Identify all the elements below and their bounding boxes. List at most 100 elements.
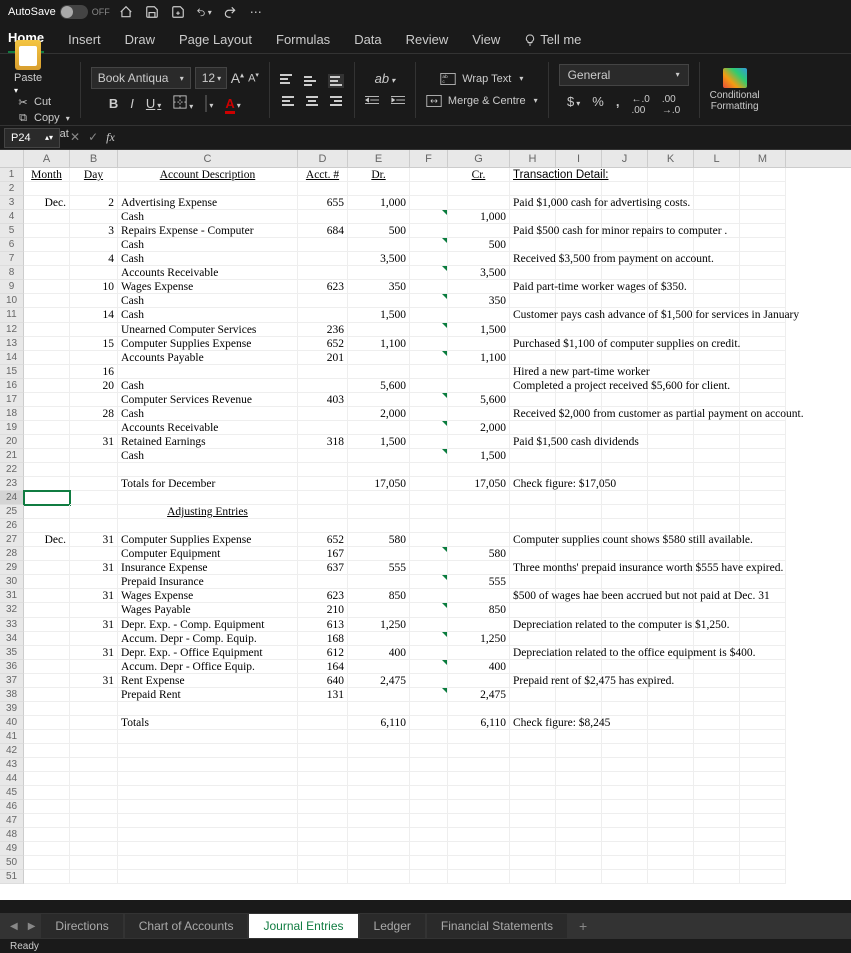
cell[interactable] — [556, 632, 602, 646]
cell[interactable]: 31 — [70, 561, 118, 575]
cell[interactable]: 580 — [348, 533, 410, 547]
cell[interactable]: 1,500 — [448, 449, 510, 463]
cell[interactable] — [410, 870, 448, 884]
cell[interactable]: 31 — [70, 674, 118, 688]
cell[interactable] — [70, 758, 118, 772]
row-header[interactable]: 43 — [0, 758, 24, 772]
cell[interactable] — [694, 772, 740, 786]
cell[interactable] — [740, 800, 786, 814]
cell[interactable] — [694, 688, 740, 702]
cell[interactable]: 201 — [298, 351, 348, 365]
cell[interactable]: Computer Services Revenue — [118, 393, 298, 407]
cell[interactable] — [510, 575, 556, 589]
cell[interactable] — [556, 421, 602, 435]
cell[interactable]: 850 — [448, 603, 510, 617]
increase-decimal-button[interactable]: ←.0.00 — [631, 94, 649, 116]
cell[interactable] — [118, 800, 298, 814]
wrap-text-button[interactable]: abc Wrap Text▾ — [440, 72, 523, 86]
table-row[interactable]: 2 — [0, 182, 851, 196]
cell[interactable] — [24, 238, 70, 252]
col-header-J[interactable]: J — [602, 150, 648, 167]
cell[interactable] — [556, 828, 602, 842]
cell[interactable] — [348, 266, 410, 280]
cell[interactable] — [556, 758, 602, 772]
cell[interactable] — [24, 379, 70, 393]
cell[interactable] — [410, 182, 448, 196]
row-header[interactable]: 20 — [0, 435, 24, 449]
cell[interactable] — [410, 308, 448, 322]
cell[interactable]: 652 — [298, 337, 348, 351]
col-header-D[interactable]: D — [298, 150, 348, 167]
save-icon[interactable] — [144, 4, 160, 20]
cell[interactable]: Month — [24, 168, 70, 182]
table-row[interactable]: 19Accounts Receivable2,000 — [0, 421, 851, 435]
table-row[interactable]: 17Computer Services Revenue4035,600 — [0, 393, 851, 407]
cell[interactable] — [298, 421, 348, 435]
cell[interactable]: 318 — [298, 435, 348, 449]
cell[interactable]: 612 — [298, 646, 348, 660]
cell[interactable] — [410, 280, 448, 294]
row-header[interactable]: 15 — [0, 365, 24, 379]
cell[interactable] — [740, 280, 786, 294]
table-row[interactable]: 6Cash500 — [0, 238, 851, 252]
cell[interactable] — [410, 196, 448, 210]
cell[interactable] — [448, 674, 510, 688]
cell[interactable] — [298, 744, 348, 758]
table-row[interactable]: 53Repairs Expense - Computer684500Paid $… — [0, 224, 851, 238]
cell[interactable] — [70, 660, 118, 674]
cell[interactable] — [118, 365, 298, 379]
cell[interactable] — [24, 294, 70, 308]
cell[interactable] — [694, 842, 740, 856]
cell[interactable] — [510, 238, 556, 252]
cell[interactable] — [298, 828, 348, 842]
cell[interactable] — [740, 828, 786, 842]
cell[interactable]: $500 of wages hae been accrued but not p… — [510, 589, 556, 603]
cell[interactable] — [602, 575, 648, 589]
cell[interactable]: 16 — [70, 365, 118, 379]
cell[interactable] — [556, 800, 602, 814]
home-icon[interactable] — [118, 4, 134, 20]
cell[interactable] — [298, 266, 348, 280]
cell[interactable] — [602, 182, 648, 196]
cell[interactable]: Totals for December — [118, 477, 298, 491]
table-row[interactable]: 26 — [0, 519, 851, 533]
row-header[interactable]: 35 — [0, 646, 24, 660]
col-header-G[interactable]: G — [448, 150, 510, 167]
cell[interactable]: 6,110 — [348, 716, 410, 730]
cell[interactable] — [70, 603, 118, 617]
cell[interactable] — [602, 393, 648, 407]
cell[interactable] — [348, 814, 410, 828]
cell[interactable] — [510, 463, 556, 477]
cell[interactable] — [740, 702, 786, 716]
cell[interactable] — [648, 702, 694, 716]
cell[interactable] — [556, 814, 602, 828]
cell[interactable] — [24, 870, 70, 884]
cell[interactable] — [410, 856, 448, 870]
cell[interactable] — [740, 842, 786, 856]
cell[interactable] — [740, 393, 786, 407]
cell[interactable] — [348, 786, 410, 800]
cell[interactable] — [602, 294, 648, 308]
row-header[interactable]: 18 — [0, 407, 24, 421]
cell[interactable]: Wages Expense — [118, 280, 298, 294]
cell[interactable] — [348, 238, 410, 252]
cell[interactable] — [510, 772, 556, 786]
cell[interactable] — [510, 449, 556, 463]
border-button[interactable]: ▾ — [173, 95, 193, 112]
table-row[interactable]: 38Prepaid Rent1312,475 — [0, 688, 851, 702]
cell[interactable] — [348, 842, 410, 856]
cell[interactable]: Hired a new part-time worker — [510, 365, 556, 379]
cell[interactable] — [348, 210, 410, 224]
row-header[interactable]: 2 — [0, 182, 24, 196]
cell[interactable] — [24, 505, 70, 519]
col-header-M[interactable]: M — [740, 150, 786, 167]
cell[interactable] — [556, 730, 602, 744]
cell[interactable] — [448, 758, 510, 772]
row-header[interactable]: 49 — [0, 842, 24, 856]
col-header-L[interactable]: L — [694, 150, 740, 167]
table-row[interactable]: 45 — [0, 786, 851, 800]
cell[interactable]: 1,000 — [348, 196, 410, 210]
cell[interactable] — [448, 730, 510, 744]
table-row[interactable]: 30Prepaid Insurance555 — [0, 575, 851, 589]
row-header[interactable]: 21 — [0, 449, 24, 463]
